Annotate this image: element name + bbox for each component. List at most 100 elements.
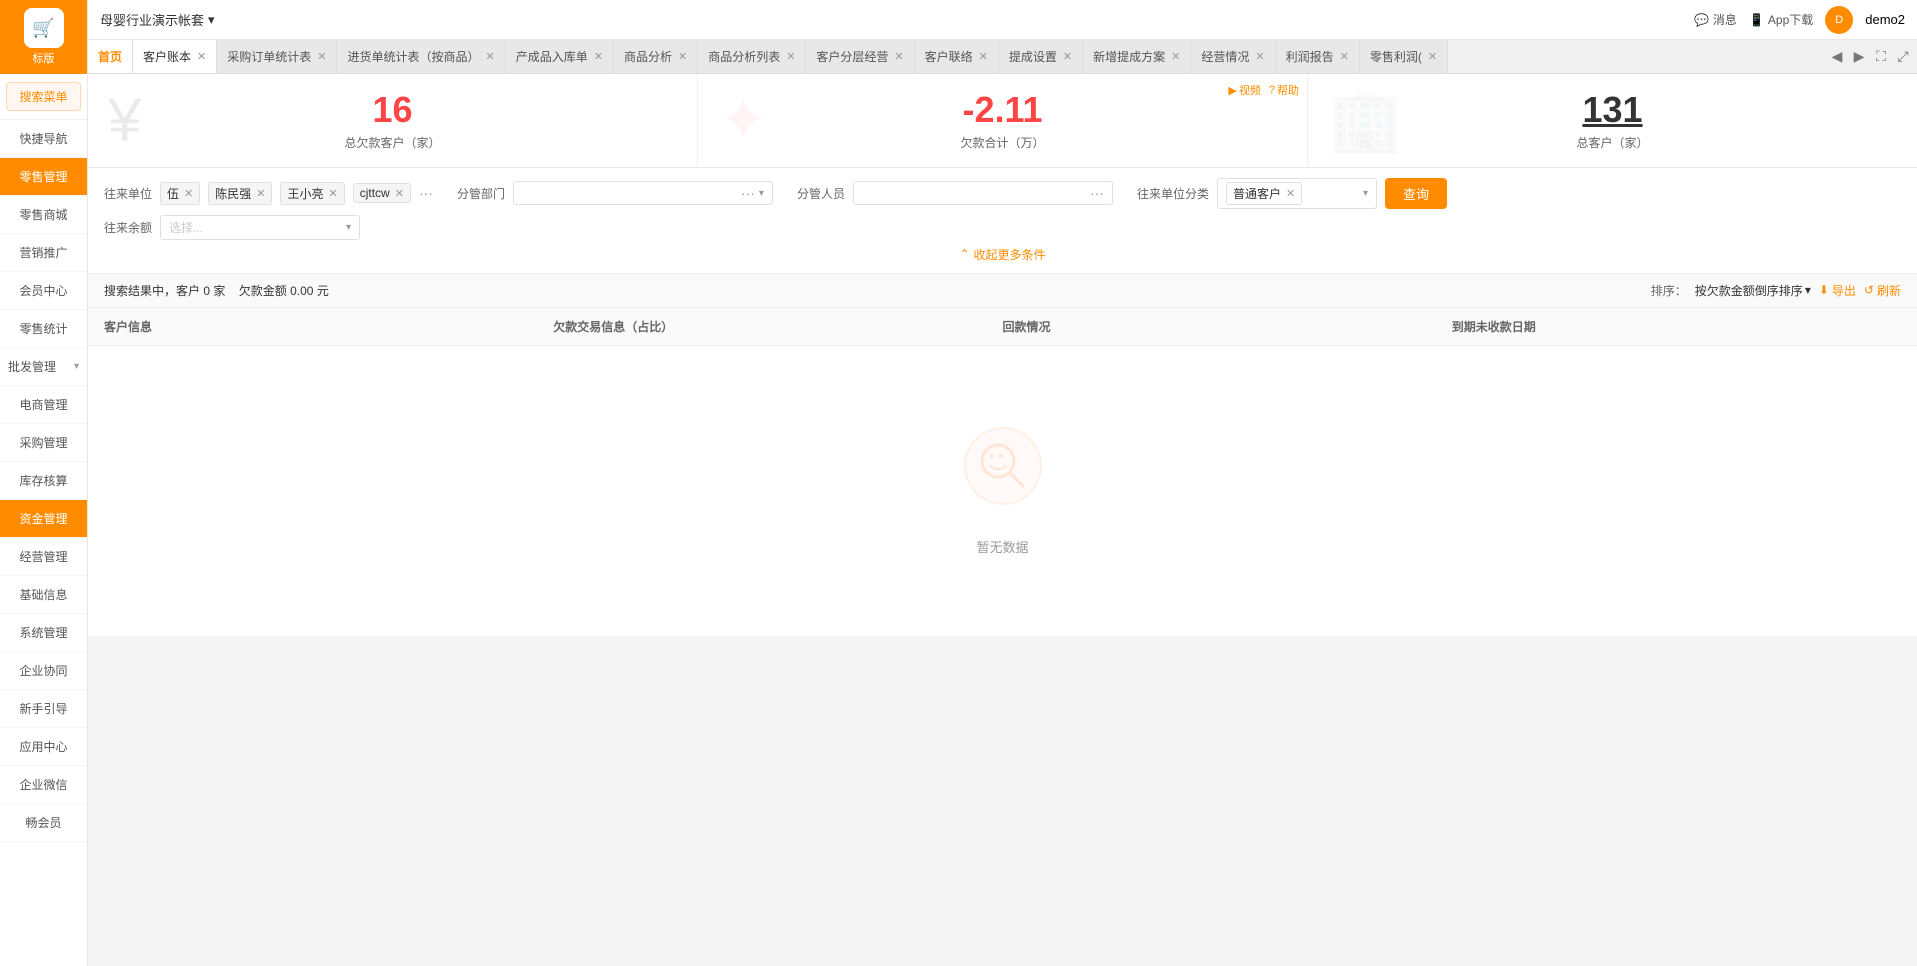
tab-close-icon[interactable]: ✕ [317, 50, 326, 63]
sidebar-item-purchase[interactable]: 采购管理 [0, 424, 87, 462]
sidebar-item-ecommerce[interactable]: 电商管理 [0, 386, 87, 424]
filter-tag-cjttcw[interactable]: cjttcw ✕ [353, 183, 411, 203]
filter-tag-close-chen[interactable]: ✕ [256, 187, 265, 200]
stat-bg-icon-2: ✦ [718, 85, 768, 155]
filter-tag-wang[interactable]: 王小亮 ✕ [280, 182, 344, 205]
col-recovery: 回款情况 [1003, 318, 1452, 335]
tab-close-icon[interactable]: ✕ [1255, 50, 1264, 63]
tab-expand-button[interactable]: ⛶ [1871, 47, 1891, 67]
tab-label: 利润报告 [1286, 48, 1334, 65]
tab-production-stock[interactable]: 产成品入库单 ✕ [506, 40, 614, 74]
tab-goods-analysis[interactable]: 商品分析 ✕ [614, 40, 698, 74]
col-due-date: 到期未收款日期 [1452, 318, 1901, 335]
username: demo2 [1865, 12, 1905, 27]
video-help-button[interactable]: ▶ 视频 [1228, 82, 1260, 98]
tab-close-icon[interactable]: ✕ [594, 50, 603, 63]
sidebar-item-label: 会员中心 [19, 284, 67, 298]
chevron-down-icon: ▾ [346, 222, 351, 233]
sidebar-item-wechat[interactable]: 企业微信 [0, 766, 87, 804]
sidebar-item-operation[interactable]: 经营管理 [0, 538, 87, 576]
sidebar-item-system[interactable]: 系统管理 [0, 614, 87, 652]
sidebar-item-quick-nav[interactable]: 快捷导航 [0, 120, 87, 158]
filter-tag-chen[interactable]: 陈民强 ✕ [208, 182, 272, 205]
result-bar: 搜索结果中，客户 0 家 欠款金额 0.00 元 排序： 按欠款金额倒序排序 ▾… [88, 274, 1917, 308]
filter-more-tags-button[interactable]: ··· [419, 185, 433, 201]
sidebar-item-marketing[interactable]: 营销推广 [0, 234, 87, 272]
tab-retail-profit[interactable]: 零售利润( ✕ [1360, 40, 1448, 74]
tab-close-icon[interactable]: ✕ [786, 50, 795, 63]
topbar: 母婴行业演示帐套 ▾ 💬 消息 📱 App下载 D demo2 [88, 0, 1917, 40]
filter-tag-close-cjttcw[interactable]: ✕ [395, 187, 404, 200]
tab-fullscreen-button[interactable]: ⤢ [1893, 47, 1913, 67]
department-select[interactable]: ··· ▾ [513, 181, 773, 205]
tab-prev-button[interactable]: ◀ [1827, 47, 1847, 67]
tab-label: 零售利润( [1370, 48, 1422, 65]
result-actions: 排序： 按欠款金额倒序排序 ▾ ⬇ 导出 ↺ 刷新 [1651, 282, 1901, 299]
sidebar-item-newbie[interactable]: 新手引导 [0, 690, 87, 728]
stat-total-customers: 🏢 131 总客户（家） [1308, 74, 1917, 167]
tab-stock-stat[interactable]: 进货单统计表（按商品） ✕ [337, 40, 505, 74]
category-select[interactable]: 普通客户 ✕ ▾ [1217, 178, 1377, 209]
sidebar-item-basic[interactable]: 基础信息 [0, 576, 87, 614]
category-tag-normal[interactable]: 普通客户 ✕ [1226, 182, 1302, 205]
filter-tag-close-wu[interactable]: ✕ [184, 187, 193, 200]
sidebar-item-wholesale[interactable]: 批发管理 ▾ [0, 348, 87, 386]
tab-close-icon[interactable]: ✕ [1428, 50, 1437, 63]
sidebar-item-vip[interactable]: 畅会员 [0, 804, 87, 842]
person-select[interactable]: ··· [853, 181, 1113, 205]
refresh-button[interactable]: ↺ 刷新 [1864, 282, 1901, 299]
message-button[interactable]: 💬 消息 [1694, 11, 1737, 28]
tab-home[interactable]: 首页 [88, 40, 133, 74]
tab-promotion-settings[interactable]: 提成设置 ✕ [999, 40, 1083, 74]
filter-row-balance: 往来余额 选择... ▾ [104, 215, 1901, 240]
tab-close-icon[interactable]: ✕ [678, 50, 687, 63]
tab-new-promotion[interactable]: 新增提成方案 ✕ [1083, 40, 1191, 74]
tab-label: 客户联络 [925, 48, 973, 65]
sidebar-item-retail[interactable]: 零售管理 [0, 158, 87, 196]
tab-next-button[interactable]: ▶ [1849, 47, 1869, 67]
sidebar-item-member[interactable]: 会员中心 [0, 272, 87, 310]
sidebar-item-retail-mall[interactable]: 零售商城 [0, 196, 87, 234]
balance-placeholder: 选择... [169, 219, 342, 236]
tab-profit-report[interactable]: 利润报告 ✕ [1276, 40, 1360, 74]
chevron-down-icon: ▾ [1805, 283, 1811, 297]
tab-customer-book[interactable]: 客户账本 ✕ [133, 40, 217, 74]
workspace-selector[interactable]: 母婴行业演示帐套 ▾ [100, 10, 215, 29]
stat-label-overdue-amount: 欠款合计（万） [960, 134, 1044, 151]
sidebar-item-corp[interactable]: 企业协同 [0, 652, 87, 690]
sidebar-logo[interactable]: 🛒 标版 [0, 0, 87, 74]
refresh-label: 刷新 [1877, 282, 1901, 299]
tab-close-icon[interactable]: ✕ [894, 50, 903, 63]
tab-close-icon[interactable]: ✕ [1171, 50, 1180, 63]
tab-customer-segment[interactable]: 客户分层经营 ✕ [806, 40, 914, 74]
query-button[interactable]: 查询 [1385, 178, 1447, 209]
tab-close-icon[interactable]: ✕ [1340, 50, 1349, 63]
avatar[interactable]: D [1825, 6, 1853, 34]
tab-home-label: 首页 [98, 48, 122, 65]
tab-operation-status[interactable]: 经营情况 ✕ [1191, 40, 1275, 74]
sort-select[interactable]: 按欠款金额倒序排序 ▾ [1695, 282, 1811, 299]
search-menu-button[interactable]: 搜索菜单 [6, 82, 81, 111]
tab-close-icon[interactable]: ✕ [1063, 50, 1072, 63]
export-button[interactable]: ⬇ 导出 [1819, 282, 1856, 299]
help-button[interactable]: ? 帮助 [1269, 82, 1299, 98]
collapse-button[interactable]: ⌃ 收起更多条件 [959, 246, 1045, 263]
balance-select[interactable]: 选择... ▾ [160, 215, 360, 240]
sidebar-item-label: 新手引导 [19, 702, 67, 716]
tab-close-icon[interactable]: ✕ [197, 50, 206, 63]
tab-purchase-order-stat[interactable]: 采购订单统计表 ✕ [217, 40, 337, 74]
sidebar-item-retail-stat[interactable]: 零售统计 [0, 310, 87, 348]
sidebar-item-appstore[interactable]: 应用中心 [0, 728, 87, 766]
sidebar-item-finance[interactable]: 资金管理 [0, 500, 87, 538]
tab-close-icon[interactable]: ✕ [979, 50, 988, 63]
app-download-button[interactable]: 📱 App下载 [1749, 11, 1813, 28]
col-customer-info: 客户信息 [104, 318, 553, 335]
filter-tag-close-wang[interactable]: ✕ [329, 187, 338, 200]
category-tag-close[interactable]: ✕ [1286, 187, 1295, 200]
filter-tag-wu[interactable]: 伍 ✕ [160, 182, 200, 205]
message-label: 消息 [1713, 11, 1737, 28]
sidebar-item-inventory[interactable]: 库存核算 [0, 462, 87, 500]
tab-close-icon[interactable]: ✕ [486, 50, 495, 63]
tab-goods-analysis-list[interactable]: 商品分析列表 ✕ [698, 40, 806, 74]
tab-customer-contact[interactable]: 客户联络 ✕ [915, 40, 999, 74]
